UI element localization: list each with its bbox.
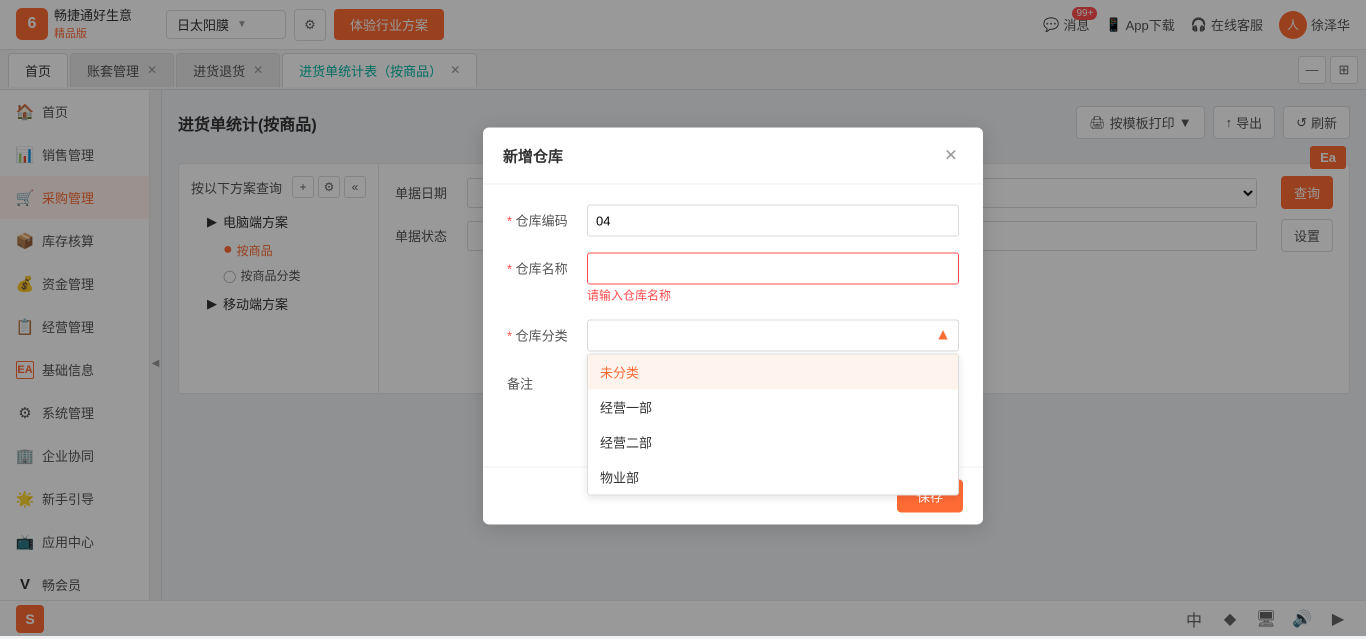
- dropdown-item-dept1[interactable]: 经营一部: [588, 389, 958, 424]
- dialog-close-btn[interactable]: ✕: [939, 143, 963, 167]
- category-input[interactable]: [587, 319, 959, 351]
- add-warehouse-dialog: 新增仓库 ✕ 仓库编码 仓库名称 请输入仓库名称 仓库分类 ▲: [483, 127, 983, 524]
- name-input-wrap: 请输入仓库名称: [587, 252, 959, 303]
- dropdown-item-dept3[interactable]: 物业部: [588, 459, 958, 494]
- category-input-wrap: ▲ 未分类 经营一部 经营二部 物业部: [587, 319, 959, 351]
- dialog-title: 新增仓库: [503, 145, 563, 166]
- code-input[interactable]: [587, 204, 959, 236]
- category-dropdown: 未分类 经营一部 经营二部 物业部: [587, 353, 959, 495]
- dialog-body: 仓库编码 仓库名称 请输入仓库名称 仓库分类 ▲ 未分类 经营一部: [483, 184, 983, 466]
- name-label: 仓库名称: [507, 252, 587, 277]
- dropdown-item-dept2[interactable]: 经营二部: [588, 424, 958, 459]
- name-input[interactable]: [587, 252, 959, 284]
- name-error-msg: 请输入仓库名称: [587, 286, 959, 303]
- note-label: 备注: [507, 367, 587, 392]
- form-row-code: 仓库编码: [507, 204, 959, 236]
- dropdown-item-unclassified[interactable]: 未分类: [588, 354, 958, 389]
- dialog-header: 新增仓库 ✕: [483, 127, 983, 184]
- code-input-wrap: [587, 204, 959, 236]
- form-row-name: 仓库名称 请输入仓库名称: [507, 252, 959, 303]
- category-toggle-icon[interactable]: ▲: [935, 326, 951, 344]
- form-row-category: 仓库分类 ▲ 未分类 经营一部 经营二部 物业部: [507, 319, 959, 351]
- category-label: 仓库分类: [507, 319, 587, 344]
- code-label: 仓库编码: [507, 204, 587, 229]
